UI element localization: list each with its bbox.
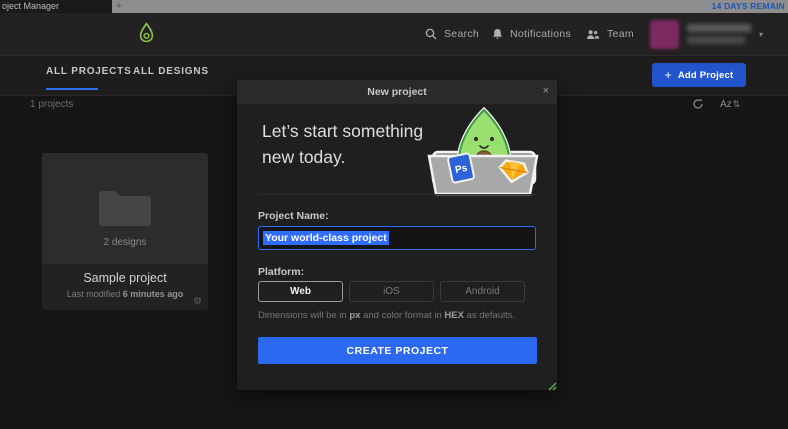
team-label: Team (607, 28, 634, 40)
project-card-footer: Sample project Last modified 6 minutes a… (42, 264, 208, 310)
account-menu[interactable]: ▾ (650, 19, 763, 49)
project-title: Sample project (42, 271, 208, 285)
project-name-input[interactable]: Your world-class project (258, 226, 536, 250)
new-project-modal: New project × Let’s start something new … (237, 80, 557, 390)
tab-all-projects[interactable]: ALL PROJECTS (46, 56, 132, 88)
new-tab-button[interactable]: + (110, 0, 128, 13)
team-button[interactable]: Team (586, 13, 634, 55)
active-tab-underline (46, 88, 98, 90)
notifications-button[interactable]: Notifications (492, 13, 571, 55)
project-card-thumbnail: 2 designs (42, 153, 208, 264)
designs-count: 2 designs (42, 237, 208, 248)
search-icon (425, 28, 437, 40)
window-tab[interactable]: oject Manager (0, 0, 112, 13)
sort-label: Az (720, 99, 732, 110)
project-name-value-selected: Your world-class project (263, 231, 389, 245)
modal-header: New project × (237, 80, 557, 104)
search-button[interactable]: Search (425, 13, 479, 55)
folder-icon (97, 186, 153, 228)
resize-handle[interactable] (546, 380, 557, 391)
add-project-button[interactable]: + Add Project (652, 63, 746, 87)
platform-ios-button[interactable]: iOS (349, 281, 434, 302)
sort-control[interactable]: Az ⇅ (720, 99, 740, 110)
platform-web-button[interactable]: Web (258, 281, 343, 302)
defaults-note: Dimensions will be in px and color forma… (258, 310, 515, 321)
project-last-modified: Last modified 6 minutes ago (42, 289, 208, 299)
project-name-label: Project Name: (258, 210, 329, 222)
chevron-down-icon: ▾ (759, 30, 763, 39)
sort-arrows-icon: ⇅ (733, 99, 741, 110)
browser-tab-strip: oject Manager + 14 DAYS REMAIN (0, 0, 788, 13)
trial-banner[interactable]: 14 DAYS REMAIN (712, 0, 785, 13)
refresh-icon[interactable] (692, 98, 704, 110)
create-project-button[interactable]: CREATE PROJECT (258, 337, 537, 364)
plus-icon: + (665, 70, 672, 80)
avocado-folder-illustration: Ps (417, 106, 549, 196)
close-icon[interactable]: × (543, 80, 549, 104)
avatar (650, 20, 679, 49)
account-name-redacted (687, 24, 751, 44)
app-window: oject Manager + 14 DAYS REMAIN Search No… (0, 0, 788, 429)
bell-icon (492, 28, 503, 40)
platform-label: Platform: (258, 266, 304, 278)
projects-count: 1 projects (30, 99, 73, 110)
tab-all-designs[interactable]: ALL DESIGNS (133, 56, 209, 88)
avocode-logo-icon[interactable] (139, 22, 154, 43)
add-project-label: Add Project (678, 70, 734, 81)
modal-divider (258, 194, 536, 195)
app-header: Search Notifications Team ▾ (0, 13, 788, 56)
modal-heading: Let’s start something new today. (262, 118, 423, 170)
platform-options: Web iOS Android (258, 281, 536, 302)
project-card[interactable]: 2 designs Sample project Last modified 6… (42, 153, 208, 310)
modal-title: New project (237, 80, 557, 104)
platform-android-button[interactable]: Android (440, 281, 525, 302)
project-settings-gear-icon[interactable]: ⚙ (193, 296, 202, 307)
team-icon (586, 29, 600, 40)
notifications-label: Notifications (510, 28, 571, 40)
search-label: Search (444, 28, 479, 40)
